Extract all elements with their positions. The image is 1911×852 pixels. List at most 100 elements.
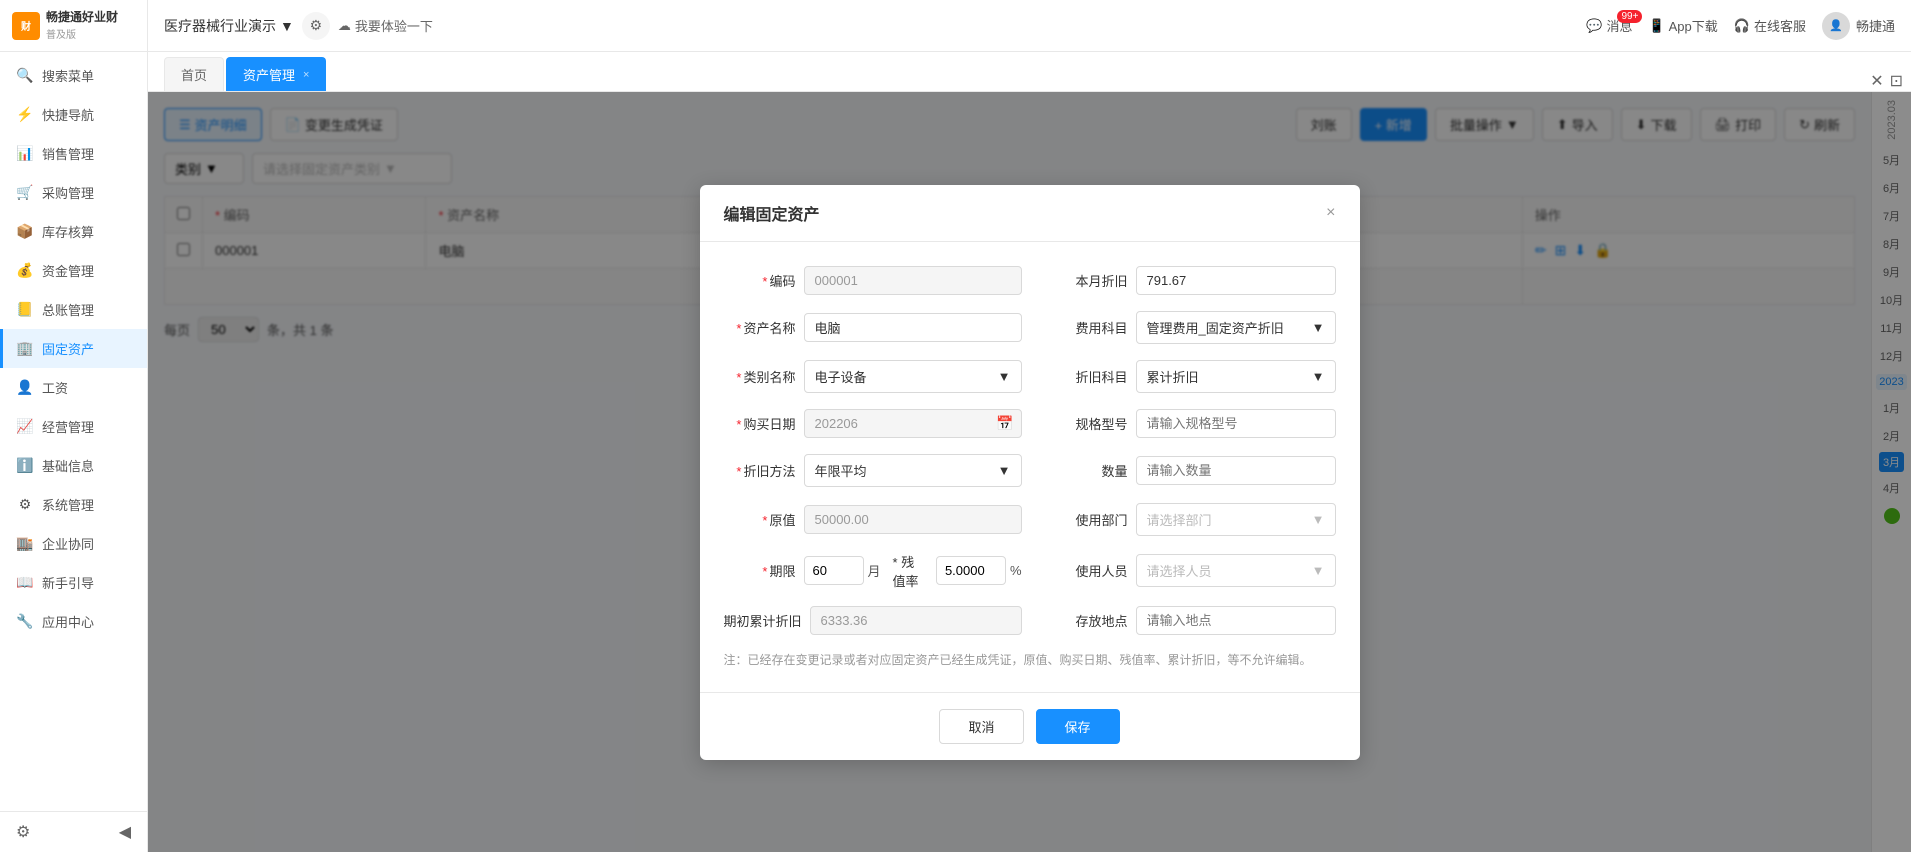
modal-header: 编辑固定资产 × bbox=[700, 185, 1360, 242]
topbar-settings-button[interactable]: ⚙ bbox=[302, 12, 330, 40]
assets-icon: 🏢 bbox=[16, 340, 34, 358]
req-mark: * 残值率 bbox=[893, 552, 924, 590]
tab-asset-management[interactable]: 资产管理 × bbox=[226, 57, 326, 91]
sidebar-bottom: ⚙ ◀ bbox=[0, 811, 147, 852]
expense-subject-select[interactable]: 管理费用_固定资产折旧 ▼ bbox=[1136, 311, 1336, 344]
asset-name-label: *资产名称 bbox=[724, 318, 804, 337]
form-row-dep-subject: 折旧科目 累计折旧 ▼ bbox=[1046, 360, 1336, 393]
sidebar-item-quick-nav[interactable]: ⚡ 快捷导航 bbox=[0, 95, 147, 134]
original-value-input[interactable] bbox=[804, 505, 1022, 534]
sidebar-item-search[interactable]: 🔍 搜索菜单 bbox=[0, 56, 147, 95]
content-area: ☰ 资产明细 📄 变更生成凭证 刘账 + 新增 批量操作 ▼ bbox=[148, 92, 1911, 852]
topbar-right: 💬 消息 99+ 📱 App下载 🎧 在线客服 👤 畅捷通 bbox=[1586, 12, 1895, 40]
sidebar-item-fixed-assets[interactable]: 🏢 固定资产 bbox=[0, 329, 147, 368]
logo-text: 畅捷通好业财 普及版 bbox=[46, 10, 118, 41]
message-badge: 99+ bbox=[1617, 10, 1642, 23]
category-select-modal[interactable]: 电子设备 ▼ bbox=[804, 360, 1022, 393]
storage-input[interactable] bbox=[1136, 606, 1336, 635]
sidebar-item-ledger[interactable]: 📒 总账管理 bbox=[0, 290, 147, 329]
sidebar-item-guide[interactable]: 📖 新手引导 bbox=[0, 563, 147, 602]
topbar: 医疗器械行业演示 ▼ ⚙ ☁ 我要体验一下 💬 消息 99+ 📱 App下载 🎧… bbox=[148, 0, 1911, 52]
period-inline: 月 * 残值率 % bbox=[804, 552, 1022, 590]
form-row-dep-method: *折旧方法 年限平均 ▼ bbox=[724, 454, 1022, 487]
period-input[interactable] bbox=[804, 556, 864, 585]
quantity-input[interactable] bbox=[1136, 456, 1336, 485]
sidebar-item-label: 经营管理 bbox=[42, 417, 94, 436]
sidebar-item-enterprise[interactable]: 🏬 企业协同 bbox=[0, 524, 147, 563]
department-label: 使用部门 bbox=[1046, 510, 1136, 529]
tab-home-label: 首页 bbox=[181, 65, 207, 84]
tab-controls: ✕ ⊡ bbox=[1870, 71, 1911, 91]
chevron-down-icon: ▼ bbox=[1312, 369, 1325, 384]
code-input[interactable] bbox=[804, 266, 1022, 295]
this-month-dep-label: 本月折旧 bbox=[1046, 271, 1136, 290]
modal-note: 注：已经存在变更记录或者对应固定资产已经生成凭证，原值、购买日期、残值率、累计折… bbox=[724, 651, 1336, 668]
sidebar-item-app-center[interactable]: 🔧 应用中心 bbox=[0, 602, 147, 641]
form-row-expense-subject: 费用科目 管理费用_固定资产折旧 ▼ bbox=[1046, 311, 1336, 344]
customer-service-button[interactable]: 🎧 在线客服 bbox=[1734, 16, 1806, 35]
sidebar-item-finance[interactable]: 💰 资金管理 bbox=[0, 251, 147, 290]
save-button[interactable]: 保存 bbox=[1036, 709, 1120, 744]
sidebar-item-label: 总账管理 bbox=[42, 300, 94, 319]
sidebar-item-system[interactable]: ⚙ 系统管理 bbox=[0, 485, 147, 524]
asset-name-input[interactable] bbox=[804, 313, 1022, 342]
sidebar-item-sales[interactable]: 📊 销售管理 bbox=[0, 134, 147, 173]
payroll-icon: 👤 bbox=[16, 379, 34, 397]
form-row-asset-name: *资产名称 bbox=[724, 311, 1022, 344]
user-select[interactable]: 请选择人员 ▼ bbox=[1136, 554, 1336, 587]
sidebar-item-label: 快捷导航 bbox=[42, 105, 94, 124]
window-expand-icon[interactable]: ⊡ bbox=[1890, 71, 1903, 91]
ledger-icon: 📒 bbox=[16, 301, 34, 319]
message-icon: 💬 bbox=[1586, 18, 1602, 34]
this-month-dep-input[interactable] bbox=[1136, 266, 1336, 295]
calendar-icon[interactable]: 📅 bbox=[996, 415, 1013, 432]
experience-button[interactable]: ☁ 我要体验一下 bbox=[338, 16, 433, 35]
sidebar-item-label: 工资 bbox=[42, 378, 68, 397]
modal-overlay: 编辑固定资产 × *编码 本月折旧 bbox=[148, 92, 1911, 852]
business-icon: 📈 bbox=[16, 418, 34, 436]
inventory-icon: 📦 bbox=[16, 223, 34, 241]
sidebar-item-label: 销售管理 bbox=[42, 144, 94, 163]
dep-method-select[interactable]: 年限平均 ▼ bbox=[804, 454, 1022, 487]
form-row-storage: 存放地点 bbox=[1046, 606, 1336, 635]
tab-close-icon[interactable]: × bbox=[303, 69, 309, 81]
dep-subject-select[interactable]: 累计折旧 ▼ bbox=[1136, 360, 1336, 393]
sidebar-item-payroll[interactable]: 👤 工资 bbox=[0, 368, 147, 407]
user-area[interactable]: 👤 畅捷通 bbox=[1822, 12, 1895, 40]
spec-input[interactable] bbox=[1136, 409, 1336, 438]
message-button[interactable]: 💬 消息 99+ bbox=[1586, 16, 1632, 35]
dep-subject-label: 折旧科目 bbox=[1046, 367, 1136, 386]
modal-close-button[interactable]: × bbox=[1326, 204, 1335, 222]
collapse-icon[interactable]: ◀ bbox=[119, 822, 131, 842]
search-icon: 🔍 bbox=[16, 67, 34, 85]
window-close-icon[interactable]: ✕ bbox=[1870, 71, 1883, 91]
residual-rate-input[interactable] bbox=[936, 556, 1006, 585]
department-select[interactable]: 请选择部门 ▼ bbox=[1136, 503, 1336, 536]
sidebar-item-label: 采购管理 bbox=[42, 183, 94, 202]
enterprise-icon: 🏬 bbox=[16, 535, 34, 553]
tab-home[interactable]: 首页 bbox=[164, 57, 224, 91]
initial-dep-input[interactable] bbox=[810, 606, 1022, 635]
form-row-period: *期限 月 * 残值率 % bbox=[724, 552, 1022, 590]
settings-icon[interactable]: ⚙ bbox=[16, 822, 30, 842]
sidebar-item-purchase[interactable]: 🛒 采购管理 bbox=[0, 173, 147, 212]
chevron-down-icon: ▼ bbox=[1312, 320, 1325, 335]
sidebar-item-label: 搜索菜单 bbox=[42, 66, 94, 85]
expense-subject-label: 费用科目 bbox=[1046, 318, 1136, 337]
spec-label: 规格型号 bbox=[1046, 414, 1136, 433]
sidebar-item-label: 应用中心 bbox=[42, 612, 94, 631]
sidebar-item-business[interactable]: 📈 经营管理 bbox=[0, 407, 147, 446]
form-row-original-value: *原值 bbox=[724, 503, 1022, 536]
company-name[interactable]: 医疗器械行业演示 ▼ bbox=[164, 16, 294, 36]
cancel-button[interactable]: 取消 bbox=[939, 709, 1023, 744]
app-download-button[interactable]: 📱 App下载 bbox=[1648, 16, 1717, 35]
guide-icon: 📖 bbox=[16, 574, 34, 592]
period-label: *期限 bbox=[724, 561, 804, 580]
sidebar-item-base-info[interactable]: ℹ️ 基础信息 bbox=[0, 446, 147, 485]
purchase-date-label: *购买日期 bbox=[724, 414, 804, 433]
sidebar-item-inventory[interactable]: 📦 库存核算 bbox=[0, 212, 147, 251]
purchase-date-input[interactable] bbox=[804, 409, 1022, 438]
chevron-down-icon: ▼ bbox=[280, 18, 294, 34]
sidebar-item-label: 资金管理 bbox=[42, 261, 94, 280]
edit-asset-modal: 编辑固定资产 × *编码 本月折旧 bbox=[700, 185, 1360, 760]
